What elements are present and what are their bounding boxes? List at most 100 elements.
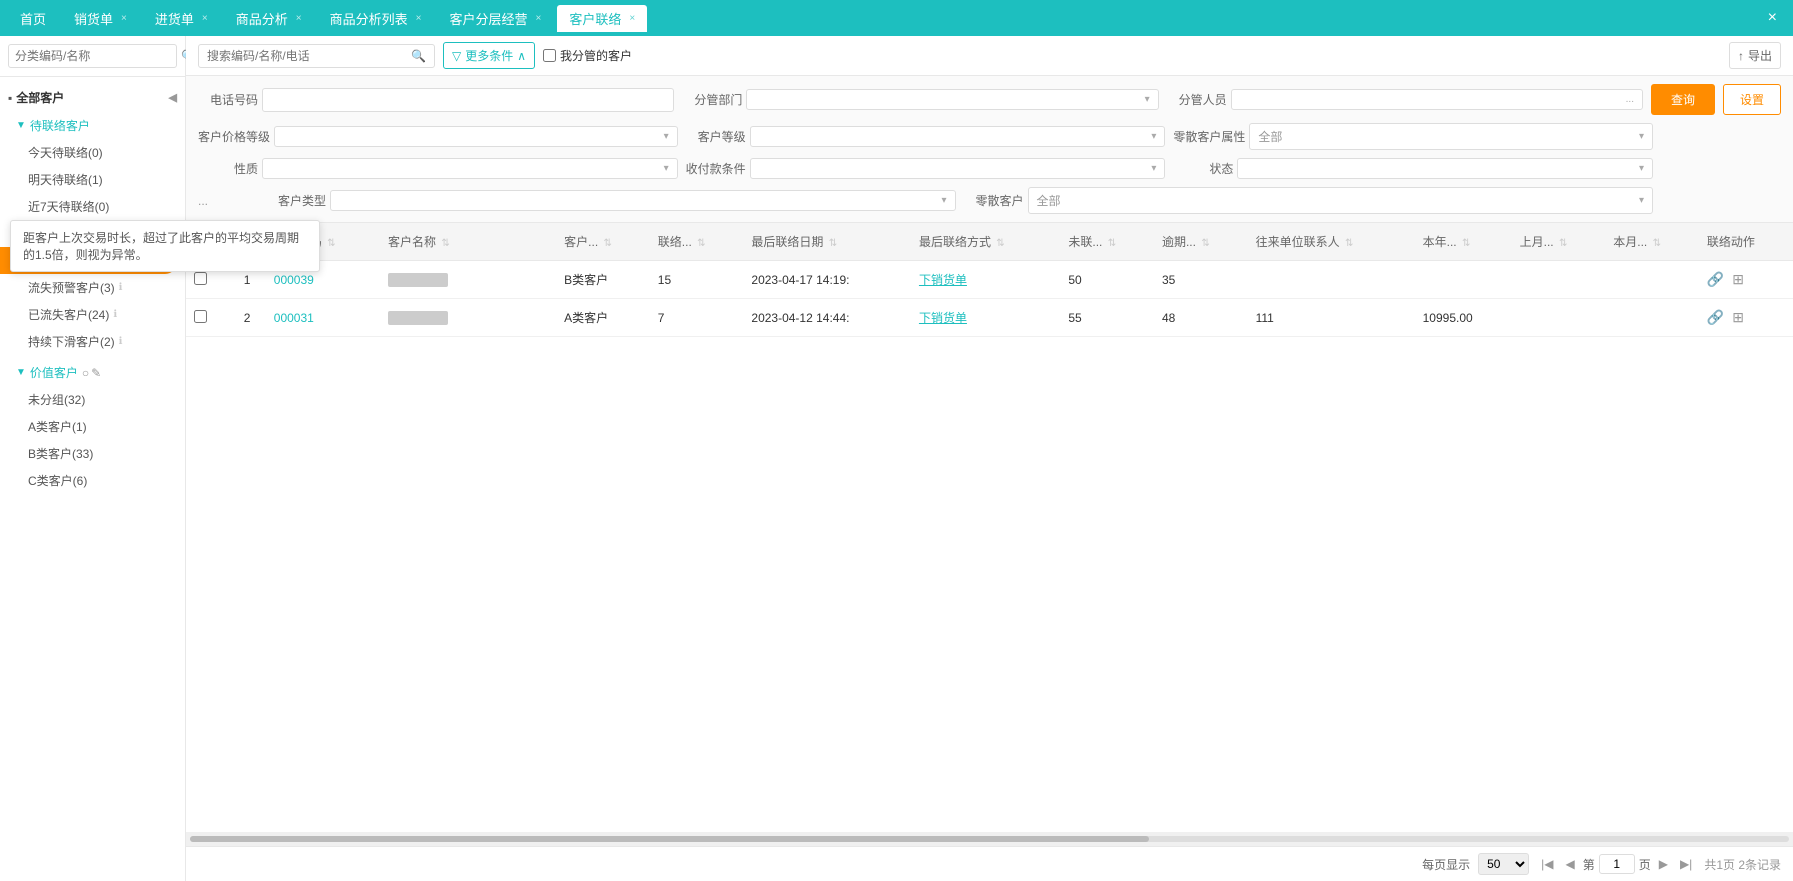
retail-customer-select[interactable]: 全部 ▾ [1028, 187, 1654, 214]
export-button[interactable]: ↑ 导出 [1729, 42, 1781, 69]
payment-select[interactable]: ▾ [750, 158, 1166, 179]
cell-overdue: 48 [1154, 299, 1248, 337]
scrollbar-thumb[interactable] [190, 836, 1149, 842]
filter-department: 分管部门 ▾ [682, 89, 1158, 110]
cell-last-month [1512, 299, 1606, 337]
chevron-down-icon: ▾ [1639, 195, 1644, 206]
query-button[interactable]: 查询 [1651, 84, 1715, 115]
advanced-filter-panel: 电话号码 分管部门 ▾ 分管人员 ... [186, 76, 1793, 223]
sidebar-item-tomorrow[interactable]: 明天待联络(1) [0, 166, 185, 193]
next-page-button[interactable]: ▶ [1655, 855, 1672, 873]
first-page-button[interactable]: |◀ [1537, 855, 1557, 873]
th-name[interactable]: 客户名称 ⇅ [380, 223, 556, 261]
sort-icon: ⇅ [441, 238, 449, 249]
price-level-select[interactable]: ▾ [274, 126, 678, 147]
more-action-icon[interactable]: ⊞ [1732, 309, 1744, 326]
sidebar-item-class-a[interactable]: A类客户(1) [0, 413, 185, 440]
more-action-icon[interactable]: ⊞ [1732, 271, 1744, 288]
setting-button[interactable]: 设置 [1723, 84, 1781, 115]
cell-overdue: 35 [1154, 261, 1248, 299]
cell-contact-count: 15 [650, 261, 744, 299]
sidebar-search-input[interactable] [8, 44, 177, 68]
my-customers-checkbox-label[interactable]: 我分管的客户 [543, 47, 632, 64]
th-customer-type[interactable]: 客户... ⇅ [556, 223, 650, 261]
phone-label: 电话号码 [198, 91, 258, 108]
nav-home[interactable]: 首页 [8, 5, 58, 32]
manager-label: 分管人员 [1167, 91, 1227, 108]
phone-input[interactable] [262, 88, 674, 112]
cell-this-month [1605, 261, 1699, 299]
retail-attr-label: 零散客户属性 [1173, 128, 1245, 145]
manager-input[interactable]: ... [1231, 89, 1643, 110]
nav-product-analysis[interactable]: 商品分析 × [224, 5, 314, 32]
search-icon[interactable]: 🔍 [411, 49, 426, 63]
close-icon[interactable]: × [535, 13, 541, 24]
sidebar-item-churned[interactable]: 已流失客户(24) ℹ [0, 301, 185, 328]
th-last-contact-date[interactable]: 最后联络日期 ⇅ [743, 223, 911, 261]
close-icon[interactable]: × [416, 13, 422, 24]
customer-level-select[interactable]: ▾ [750, 126, 1166, 147]
my-customers-checkbox[interactable] [543, 49, 556, 62]
sidebar-section-value[interactable]: ▼ 价值客户 ○ ✎ [0, 359, 185, 386]
close-icon[interactable]: × [629, 13, 635, 24]
sidebar-item-7days[interactable]: 近7天待联络(0) [0, 193, 185, 220]
nav-purchase[interactable]: 进货单 × [143, 5, 220, 32]
sidebar-item-class-b[interactable]: B类客户(33) [0, 440, 185, 467]
content-area: 🔍 ▽ 更多条件 ∧ 我分管的客户 ↑ 导出 电话号码 [186, 36, 1793, 881]
page-number-input[interactable] [1599, 854, 1635, 874]
cell-last-method[interactable]: 下销货单 [911, 299, 1060, 337]
th-overdue[interactable]: 逾期... ⇅ [1154, 223, 1248, 261]
cell-actions: 🔗 ⊞ [1699, 261, 1793, 299]
cell-checkbox[interactable] [186, 299, 236, 337]
sidebar-section-pending[interactable]: ▼ 待联络客户 [0, 112, 185, 139]
status-select[interactable]: ▾ [1237, 158, 1653, 179]
close-icon[interactable]: × [202, 13, 208, 24]
per-page-select[interactable]: 50 100 200 [1478, 853, 1529, 875]
customer-type-select[interactable]: ▾ [330, 190, 956, 211]
filter-bar: 🔍 ▽ 更多条件 ∧ 我分管的客户 ↑ 导出 [186, 36, 1793, 76]
th-last-month[interactable]: 上月... ⇅ [1512, 223, 1606, 261]
nav-sales[interactable]: 销货单 × [62, 5, 139, 32]
nature-select[interactable]: ▾ [262, 158, 678, 179]
th-contact-count[interactable]: 联络... ⇅ [650, 223, 744, 261]
link-action-icon[interactable]: 🔗 [1707, 271, 1724, 288]
sort-icon: ⇅ [327, 238, 335, 249]
page-label: 第 [1583, 856, 1595, 873]
nav-product-list[interactable]: 商品分析列表 × [318, 5, 434, 32]
payment-label: 收付款条件 [686, 160, 746, 177]
th-this-year[interactable]: 本年... ⇅ [1415, 223, 1512, 261]
th-this-month[interactable]: 本月... ⇅ [1605, 223, 1699, 261]
cell-code[interactable]: 000031 [266, 299, 380, 337]
sidebar-search-area: 🔍 [0, 36, 185, 77]
nav-customer-tier[interactable]: 客户分层经营 × [437, 5, 553, 32]
filter-price-level: 客户价格等级 ▾ [198, 126, 678, 147]
collapse-icon[interactable]: ◀ [169, 91, 177, 104]
cell-last-method[interactable]: 下销货单 [911, 261, 1060, 299]
close-icon[interactable]: × [121, 13, 127, 24]
prev-page-button[interactable]: ◀ [1561, 855, 1578, 873]
sidebar-item-churn-warning[interactable]: 流失预警客户(3) ℹ [0, 274, 185, 301]
last-page-button[interactable]: ▶| [1676, 855, 1696, 873]
nav-customer-contact[interactable]: 客户联络 × [557, 5, 647, 32]
department-select[interactable]: ▾ [746, 89, 1158, 110]
sidebar-item-ungrouped[interactable]: 未分组(32) [0, 386, 185, 413]
more-button[interactable]: ... [198, 194, 208, 208]
th-last-contact-method[interactable]: 最后联络方式 ⇅ [911, 223, 1060, 261]
sidebar-all-customers[interactable]: ▪ 全部客户 ◀ [0, 83, 185, 112]
data-table-area: ⚙ # 客户编码 ⇅ 客户名称 ⇅ [186, 223, 1793, 832]
sidebar-tree: ▪ 全部客户 ◀ ▼ 待联络客户 今天待联络(0) 明天待联络(1) 近7天待联… [0, 77, 185, 881]
sort-icon: ⇅ [1108, 238, 1116, 249]
retail-attr-select[interactable]: 全部 ▾ [1249, 123, 1653, 150]
close-icon[interactable]: × [296, 13, 302, 24]
sidebar-item-declining[interactable]: 持续下滑客户(2) ℹ [0, 328, 185, 355]
window-close-button[interactable]: × [1760, 9, 1785, 27]
more-conditions-button[interactable]: ▽ 更多条件 ∧ [443, 42, 535, 69]
scrollbar-track[interactable] [190, 836, 1789, 842]
link-action-icon[interactable]: 🔗 [1707, 309, 1724, 326]
search-input[interactable] [207, 49, 407, 63]
sidebar-item-class-c[interactable]: C类客户(6) [0, 467, 185, 494]
horizontal-scrollbar[interactable] [186, 832, 1793, 846]
th-uncontacted[interactable]: 未联... ⇅ [1060, 223, 1154, 261]
th-contact-person[interactable]: 往来单位联系人 ⇅ [1248, 223, 1415, 261]
sidebar-item-today[interactable]: 今天待联络(0) [0, 139, 185, 166]
